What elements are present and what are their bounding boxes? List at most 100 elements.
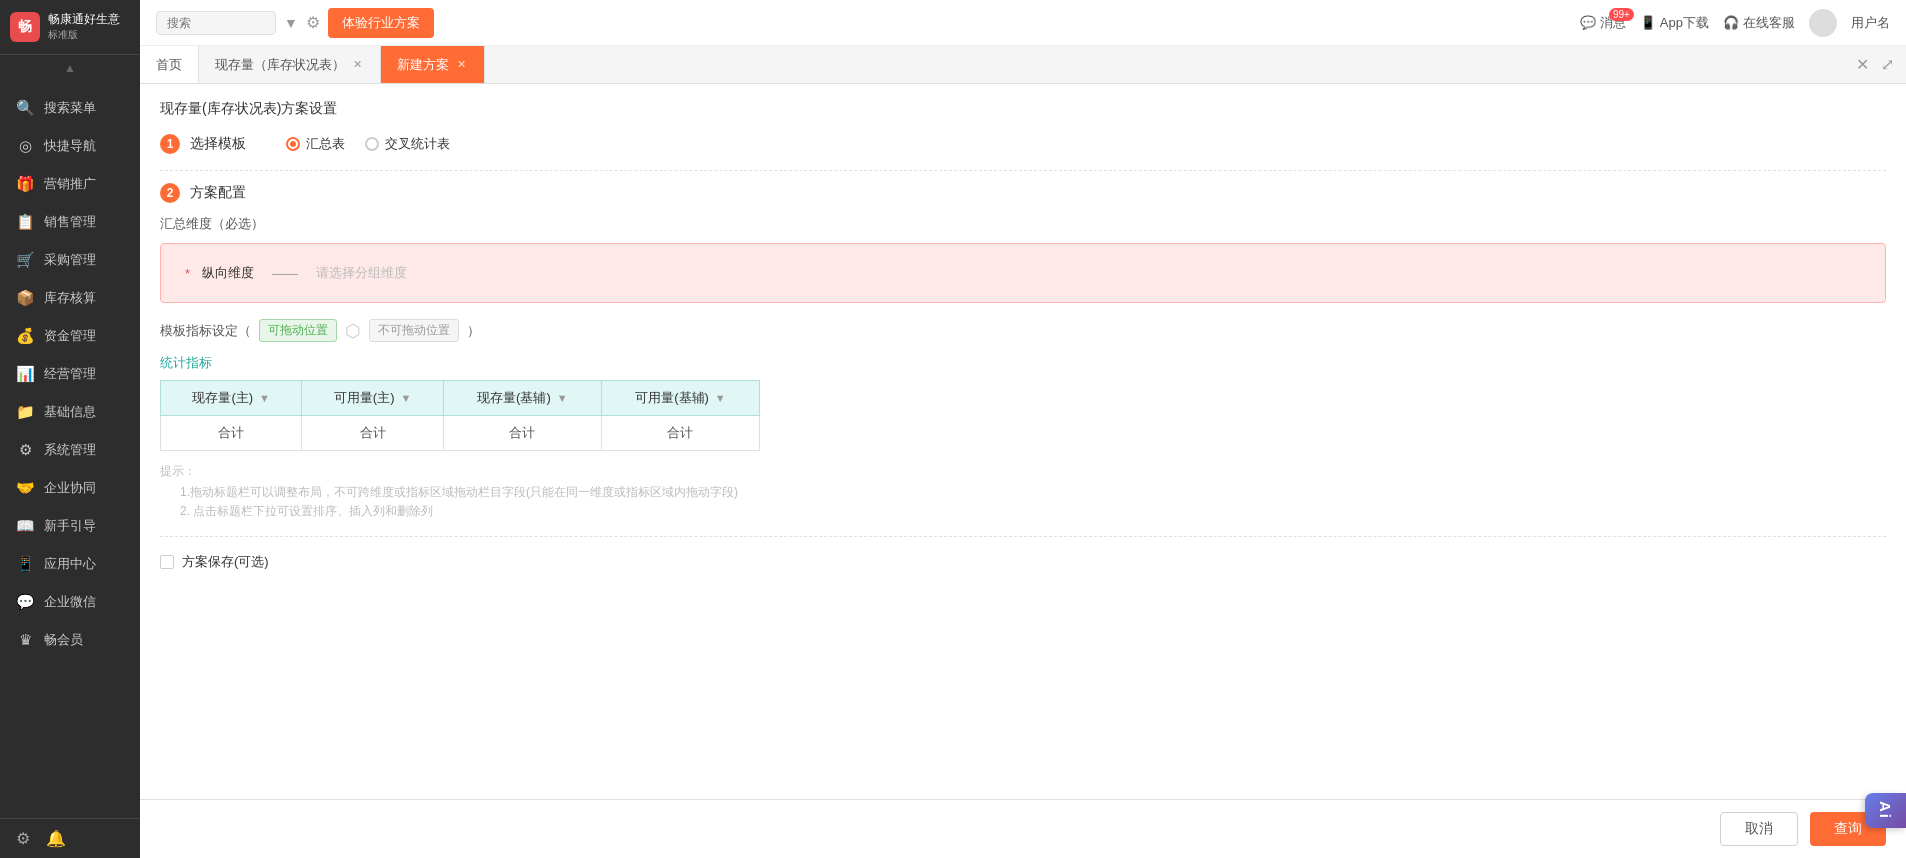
bottom-bar: 取消 查询 xyxy=(140,799,1906,858)
topbar-dropdown-icon[interactable]: ▼ xyxy=(284,15,298,31)
page-title: 现存量(库存状况表)方案设置 xyxy=(160,100,1886,118)
radio-cross[interactable]: 交叉统计表 xyxy=(365,135,450,153)
content-area: 现存量(库存状况表)方案设置 1 选择模板 汇总表 交叉统计表 xyxy=(140,84,1906,799)
tab-inventory-close-icon[interactable]: ✕ xyxy=(351,58,364,71)
message-button[interactable]: 💬 消息 99+ xyxy=(1580,14,1626,32)
sidebar-item-marketing[interactable]: 🎁 营销推广 xyxy=(0,165,140,203)
sidebar-item-sales-label: 销售管理 xyxy=(44,213,96,231)
sidebar-item-search[interactable]: 🔍 搜索菜单 xyxy=(0,89,140,127)
indicator-suffix: ） xyxy=(467,322,480,340)
indicator-immovable-tag: 不可拖动位置 xyxy=(369,319,459,342)
col4-dropdown-icon[interactable]: ▼ xyxy=(715,392,726,404)
topbar-gear-icon[interactable]: ⚙ xyxy=(306,13,320,32)
template-options: 汇总表 交叉统计表 xyxy=(286,135,450,153)
col1-header-label: 现存量(主) xyxy=(192,389,253,407)
finance-icon: 💰 xyxy=(16,327,34,345)
col3-header-label: 现存量(基辅) xyxy=(477,389,551,407)
topbar-right: 💬 消息 99+ 📱 App下载 🎧 在线客服 用户名 xyxy=(1580,9,1890,37)
sidebar-item-inventory[interactable]: 📦 库存核算 xyxy=(0,279,140,317)
tips-item-1: 1.拖动标题栏可以调整布局，不可跨维度或指标区域拖动栏目字段(只能在同一维度或指… xyxy=(160,484,1886,501)
service-icon: 🎧 xyxy=(1723,15,1739,30)
app-download-label: App下载 xyxy=(1660,14,1709,32)
tab-new-plan[interactable]: 新建方案 ✕ xyxy=(381,46,485,83)
tips-title: 提示： xyxy=(160,463,1886,480)
sidebar-item-app-center[interactable]: 📱 应用中心 xyxy=(0,545,140,583)
settings-footer-icon[interactable]: ⚙ xyxy=(16,829,30,848)
logo-text: 畅康通好生意 标准版 xyxy=(48,12,120,42)
sidebar-item-marketing-label: 营销推广 xyxy=(44,175,96,193)
col2-header[interactable]: 可用量(主) ▼ xyxy=(302,381,443,416)
sidebar-item-search-label: 搜索菜单 xyxy=(44,99,96,117)
col2-dropdown-icon[interactable]: ▼ xyxy=(401,392,412,404)
radio-cross-label: 交叉统计表 xyxy=(385,135,450,153)
tab-expand-icon[interactable]: ⤢ xyxy=(1877,53,1898,76)
appcenter-icon: 📱 xyxy=(16,555,34,573)
col4-cell: 合计 xyxy=(601,416,759,451)
section1-title: 选择模板 xyxy=(190,135,246,153)
sidebar-item-quicknav-label: 快捷导航 xyxy=(44,137,96,155)
tab-close-icon[interactable]: ✕ xyxy=(1852,53,1873,76)
dimension-required-star: * xyxy=(185,266,190,281)
tab-new-plan-label: 新建方案 xyxy=(397,56,449,74)
sidebar-item-operations[interactable]: 📊 经营管理 xyxy=(0,355,140,393)
sidebar: 畅 畅康通好生意 标准版 ▲ 🔍 搜索菜单 ◎ 快捷导航 🎁 营销推广 📋 销售… xyxy=(0,0,140,858)
indicator-label-text: 模板指标设定（ xyxy=(160,322,251,340)
operations-icon: 📊 xyxy=(16,365,34,383)
sidebar-item-purchase[interactable]: 🛒 采购管理 xyxy=(0,241,140,279)
radio-summary[interactable]: 汇总表 xyxy=(286,135,345,153)
search-icon: 🔍 xyxy=(16,99,34,117)
cancel-button[interactable]: 取消 xyxy=(1720,812,1798,846)
save-label: 方案保存(可选) xyxy=(182,553,269,571)
topbar-search-input[interactable] xyxy=(156,11,276,35)
sidebar-logo: 畅 畅康通好生意 标准版 xyxy=(0,0,140,55)
save-checkbox[interactable] xyxy=(160,555,174,569)
dimension-dash: —— xyxy=(272,266,298,281)
sidebar-item-member[interactable]: ♛ 畅会员 xyxy=(0,621,140,659)
app-download-button[interactable]: 📱 App下载 xyxy=(1640,14,1709,32)
col4-header[interactable]: 可用量(基辅) ▼ xyxy=(601,381,759,416)
enterprise-icon: 🤝 xyxy=(16,479,34,497)
radio-summary-label: 汇总表 xyxy=(306,135,345,153)
sidebar-item-new-guide[interactable]: 📖 新手引导 xyxy=(0,507,140,545)
sidebar-scroll-up-area: ▲ xyxy=(0,55,140,81)
col3-header[interactable]: 现存量(基辅) ▼ xyxy=(443,381,601,416)
col1-dropdown-icon[interactable]: ▼ xyxy=(259,392,270,404)
col3-dropdown-icon[interactable]: ▼ xyxy=(557,392,568,404)
user-avatar[interactable] xyxy=(1809,9,1837,37)
ai-button[interactable]: Ai xyxy=(1865,793,1906,828)
dimension-box[interactable]: * 纵向维度 —— 请选择分组维度 xyxy=(160,243,1886,303)
sidebar-item-operations-label: 经营管理 xyxy=(44,365,96,383)
tab-home[interactable]: 首页 xyxy=(140,46,199,83)
sales-icon: 📋 xyxy=(16,213,34,231)
quicknav-icon: ◎ xyxy=(16,137,34,155)
sidebar-footer: ⚙ 🔔 xyxy=(0,818,140,858)
message-icon: 💬 xyxy=(1580,15,1596,30)
tab-inventory-status[interactable]: 现存量（库存状况表） ✕ xyxy=(199,46,381,83)
tab-new-plan-close-icon[interactable]: ✕ xyxy=(455,58,468,71)
sound-footer-icon[interactable]: 🔔 xyxy=(46,829,66,848)
sidebar-item-enterprise[interactable]: 🤝 企业协同 xyxy=(0,469,140,507)
sidebar-scroll-up-btn[interactable]: ▲ xyxy=(62,59,78,77)
divider2 xyxy=(160,536,1886,537)
sidebar-item-basic-info[interactable]: 📁 基础信息 xyxy=(0,393,140,431)
trial-industry-button[interactable]: 体验行业方案 xyxy=(328,8,434,38)
indicator-settings: 模板指标设定（ 可拖动位置 ⬡ 不可拖动位置 ） xyxy=(160,319,1886,342)
content-inner: 现存量(库存状况表)方案设置 1 选择模板 汇总表 交叉统计表 xyxy=(140,84,1906,799)
sidebar-item-finance[interactable]: 💰 资金管理 xyxy=(0,317,140,355)
sidebar-item-sales[interactable]: 📋 销售管理 xyxy=(0,203,140,241)
sidebar-item-wechat[interactable]: 💬 企业微信 xyxy=(0,583,140,621)
system-icon: ⚙ xyxy=(16,441,34,459)
sidebar-item-system[interactable]: ⚙ 系统管理 xyxy=(0,431,140,469)
col1-header[interactable]: 现存量(主) ▼ xyxy=(161,381,302,416)
tab-inventory-status-label: 现存量（库存状况表） xyxy=(215,56,345,74)
section-choose-template: 1 选择模板 汇总表 交叉统计表 xyxy=(160,134,1886,154)
topbar-left: ▼ ⚙ 体验行业方案 xyxy=(156,8,1570,38)
inventory-icon: 📦 xyxy=(16,289,34,307)
table-row-1: 合计 合计 合计 合计 xyxy=(161,416,760,451)
tab-home-label: 首页 xyxy=(156,56,182,74)
online-service-button[interactable]: 🎧 在线客服 xyxy=(1723,14,1795,32)
sidebar-item-quick-nav[interactable]: ◎ 快捷导航 xyxy=(0,127,140,165)
purchase-icon: 🛒 xyxy=(16,251,34,269)
divider1 xyxy=(160,170,1886,171)
topbar: ▼ ⚙ 体验行业方案 💬 消息 99+ 📱 App下载 🎧 在线客服 用户名 xyxy=(140,0,1906,46)
